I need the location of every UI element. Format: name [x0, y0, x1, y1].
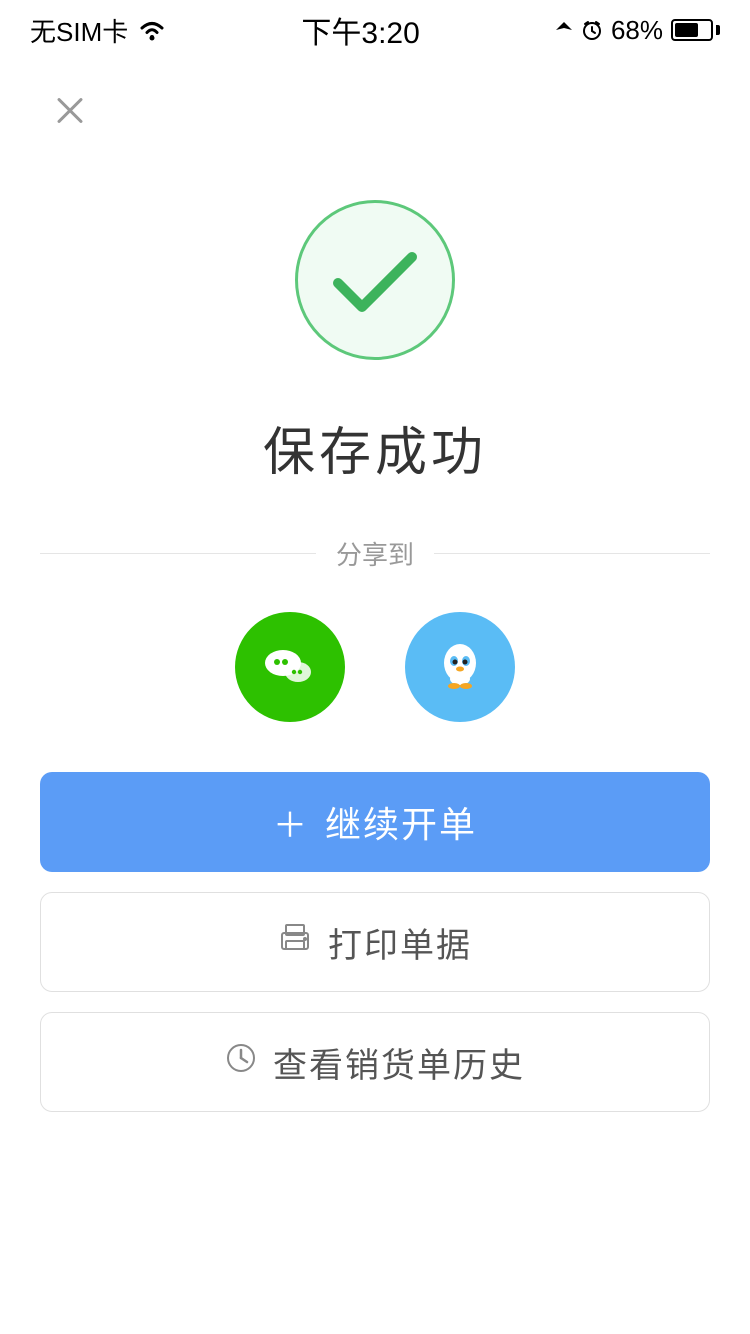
alarm-icon — [581, 19, 603, 41]
status-right: 68% — [555, 15, 720, 46]
battery-indicator — [671, 19, 720, 41]
history-button[interactable]: 查看销货单历史 — [40, 1012, 710, 1112]
success-icon-circle — [295, 200, 455, 360]
share-section: 分享到 — [40, 535, 710, 722]
history-label: 查看销货单历史 — [273, 1038, 525, 1087]
print-label: 打印单据 — [328, 918, 472, 967]
status-carrier: 无SIM卡 — [30, 12, 166, 49]
main-content: 保存成功 分享到 — [0, 120, 750, 1334]
share-icons-row — [40, 612, 710, 722]
print-button[interactable]: 打印单据 — [40, 892, 710, 992]
clock-svg — [225, 1042, 257, 1074]
divider-left — [40, 553, 316, 554]
wifi-icon — [138, 19, 166, 41]
share-qq-button[interactable] — [405, 612, 515, 722]
continue-button[interactable]: ＋ 继续开单 — [40, 772, 710, 872]
share-label: 分享到 — [336, 535, 414, 572]
status-bar: 无SIM卡 下午3:20 68% — [0, 0, 750, 60]
wechat-icon — [258, 635, 322, 699]
location-icon — [555, 21, 573, 39]
share-wechat-button[interactable] — [235, 612, 345, 722]
plus-icon: ＋ — [273, 798, 309, 847]
status-time: 下午3:20 — [301, 8, 419, 52]
divider-right — [434, 553, 710, 554]
continue-label: 继续开单 — [325, 796, 477, 848]
checkmark-icon — [330, 245, 420, 315]
qq-icon — [428, 635, 492, 699]
battery-pct: 68% — [611, 15, 663, 46]
success-title: 保存成功 — [263, 410, 487, 485]
close-button[interactable] — [40, 80, 100, 140]
share-divider: 分享到 — [40, 535, 710, 572]
printer-svg — [278, 923, 312, 953]
clock-icon — [225, 1042, 257, 1082]
printer-icon — [278, 923, 312, 961]
action-buttons: ＋ 继续开单 打印单据 查看销货单历史 — [40, 772, 710, 1112]
